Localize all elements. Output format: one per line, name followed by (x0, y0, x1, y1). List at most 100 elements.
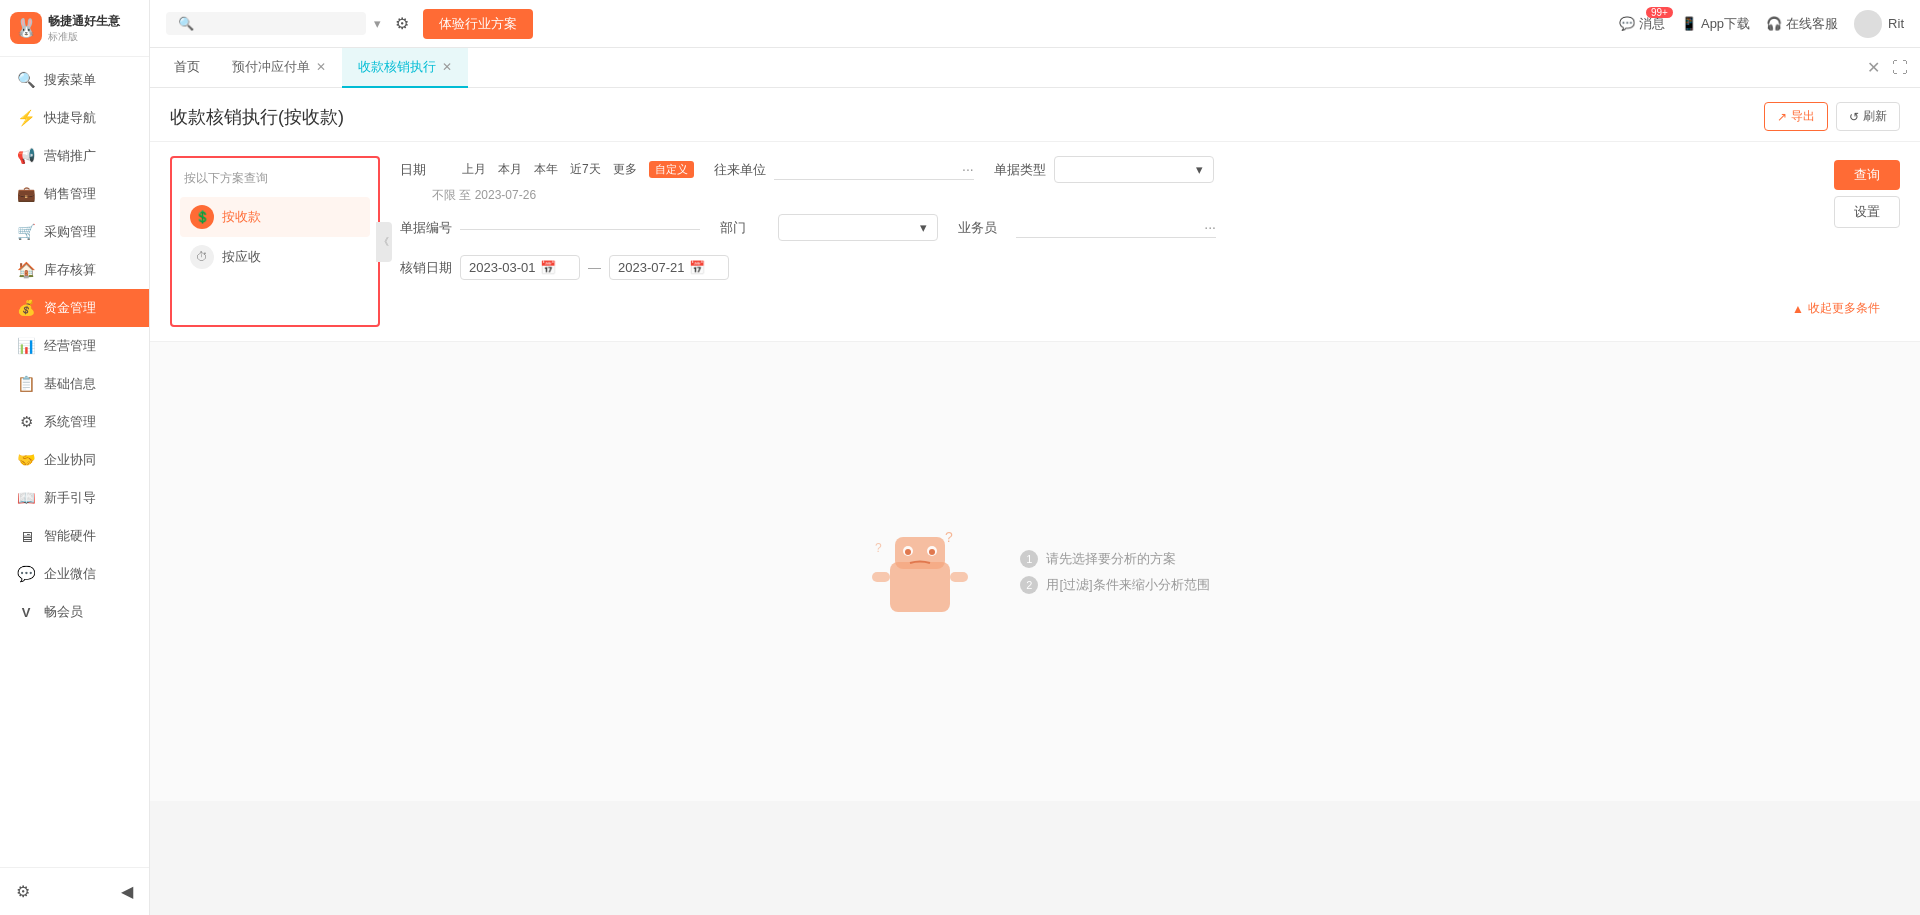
sidebar-item-wechat[interactable]: 💬 企业微信 (0, 555, 149, 593)
sidebar-item-collab[interactable]: 🤝 企业协同 (0, 441, 149, 479)
sidebar-settings-icon[interactable]: ⚙ (10, 878, 36, 905)
staff-group: 业务员 ··· (958, 217, 1216, 238)
date-shortcut-this-year[interactable]: 本年 (530, 159, 562, 180)
setting-button[interactable]: 设置 (1834, 196, 1900, 228)
sidebar-item-hardware[interactable]: 🖥 智能硬件 (0, 517, 149, 555)
sidebar-item-operations[interactable]: 📊 经营管理 (0, 327, 149, 365)
date-shortcut-7days[interactable]: 近7天 (566, 159, 605, 180)
wechat-icon: 💬 (16, 565, 36, 583)
staff-label: 业务员 (958, 219, 1008, 237)
filter-option-by-receipt[interactable]: 💲 按收款 (180, 197, 370, 237)
sidebar-item-purchase[interactable]: 🛒 采购管理 (0, 213, 149, 251)
query-button[interactable]: 查询 (1834, 160, 1900, 190)
svg-point-5 (929, 549, 935, 555)
tab-prepay-close[interactable]: ✕ (316, 60, 326, 74)
sidebar-item-quicknav[interactable]: ⚡ 快捷导航 (0, 99, 149, 137)
empty-tips: 1 请先选择要分析的方案 2 用[过滤]条件来缩小分析范围 (1020, 550, 1209, 594)
verify-end-calendar-icon[interactable]: 📅 (689, 260, 705, 275)
logo-text: 畅捷通好生意 标准版 (48, 13, 120, 44)
online-service-button[interactable]: 🎧 在线客服 (1766, 15, 1838, 33)
sidebar-item-search[interactable]: 🔍 搜索菜单 (0, 61, 149, 99)
date-shortcut-more[interactable]: 更多 (609, 159, 641, 180)
sales-icon: 💼 (16, 185, 36, 203)
refresh-button[interactable]: ↺ 刷新 (1836, 102, 1900, 131)
message-button[interactable]: 💬 消息 99+ (1619, 15, 1665, 33)
sidebar-item-guide[interactable]: 📖 新手引导 (0, 479, 149, 517)
verify-end-value: 2023-07-21 (618, 260, 685, 275)
collapse-conditions[interactable]: ▲ 收起更多条件 (400, 294, 1900, 327)
empty-illustration: ? ? (860, 517, 980, 627)
sidebar-item-system[interactable]: ⚙ 系统管理 (0, 403, 149, 441)
svg-text:?: ? (875, 541, 882, 555)
staff-dots-icon[interactable]: ··· (1204, 219, 1216, 235)
industry-solution-button[interactable]: 体验行业方案 (423, 9, 533, 39)
doctype-label: 单据类型 (994, 161, 1046, 179)
empty-tip-2: 2 用[过滤]条件来缩小分析范围 (1020, 576, 1209, 594)
app-download-button[interactable]: 📱 App下载 (1681, 15, 1750, 33)
sidebar-item-label: 经营管理 (44, 337, 96, 355)
docno-input[interactable] (460, 225, 700, 229)
dept-select[interactable]: ▾ (778, 214, 938, 241)
tab-home[interactable]: 首页 (158, 48, 216, 88)
page-content: 收款核销执行(按收款) ↗ 导出 ↺ 刷新 按以下方案查询 (150, 88, 1920, 915)
export-button[interactable]: ↗ 导出 (1764, 102, 1828, 131)
search-area[interactable]: 🔍 (166, 12, 366, 35)
refresh-icon: ↺ (1849, 110, 1859, 124)
sidebar-item-label: 营销推广 (44, 147, 96, 165)
empty-tip-1: 1 请先选择要分析的方案 (1020, 550, 1209, 568)
filter-option-by-receivable[interactable]: ⏱ 按应收 (180, 237, 370, 277)
verify-date-group: 核销日期 2023-03-01 📅 — 2023-07-21 📅 (400, 255, 729, 280)
sidebar-collapse-icon[interactable]: ◀ (115, 878, 139, 905)
dept-label: 部门 (720, 219, 770, 237)
docno-label: 单据编号 (400, 219, 452, 237)
verify-date-end-input[interactable]: 2023-07-21 📅 (609, 255, 729, 280)
app-name: 畅捷通好生意 (48, 13, 120, 30)
svg-rect-1 (895, 537, 945, 569)
sidebar-item-marketing[interactable]: 📢 营销推广 (0, 137, 149, 175)
tab-collection[interactable]: 收款核销执行 ✕ (342, 48, 468, 88)
verify-date-start-input[interactable]: 2023-03-01 📅 (460, 255, 580, 280)
user-area[interactable]: Rit (1854, 10, 1904, 38)
date-shortcut-group: 上月 本月 本年 近7天 更多 自定义 (458, 159, 694, 180)
sidebar-item-label: 企业协同 (44, 451, 96, 469)
sidebar-item-label: 销售管理 (44, 185, 96, 203)
export-label: 导出 (1791, 108, 1815, 125)
search-dropdown-icon[interactable]: ▾ (374, 16, 381, 31)
page-inner: 收款核销执行(按收款) ↗ 导出 ↺ 刷新 按以下方案查询 (150, 88, 1920, 801)
counterpart-dots-icon[interactable]: ··· (962, 161, 974, 177)
sidebar-item-basic[interactable]: 📋 基础信息 (0, 365, 149, 403)
verify-start-calendar-icon[interactable]: 📅 (540, 260, 556, 275)
sidebar-item-sales[interactable]: 💼 销售管理 (0, 175, 149, 213)
tabbar: 首页 预付冲应付单 ✕ 收款核销执行 ✕ ✕ ⛶ (150, 48, 1920, 88)
svg-rect-9 (950, 572, 968, 582)
collapse-up-icon: ▲ (1792, 302, 1804, 316)
date-custom-badge: 自定义 (649, 161, 694, 178)
tab-prepay[interactable]: 预付冲应付单 ✕ (216, 48, 342, 88)
sidebar-nav: 🔍 搜索菜单 ⚡ 快捷导航 📢 营销推广 💼 销售管理 🛒 采购管理 🏠 库存核… (0, 57, 149, 867)
filter-area: 按以下方案查询 💲 按收款 ⏱ 按应收 《 (150, 142, 1920, 341)
empty-state-container: ? ? 1 请先选择要分析的方案 (150, 341, 1920, 801)
date-shortcut-last-month[interactable]: 上月 (458, 159, 490, 180)
date-shortcut-this-month[interactable]: 本月 (494, 159, 526, 180)
filter-sidebar-collapse[interactable]: 《 (376, 222, 392, 262)
tab-home-label: 首页 (174, 58, 200, 76)
sidebar-item-inventory[interactable]: 🏠 库存核算 (0, 251, 149, 289)
topbar-left: 🔍 ▾ ⚙ 体验行业方案 (166, 9, 1607, 39)
doctype-select[interactable]: ▾ (1054, 156, 1214, 183)
tab-close-all-icon[interactable]: ✕ (1863, 54, 1884, 81)
sidebar-item-member[interactable]: V 畅会员 (0, 593, 149, 631)
user-avatar (1854, 10, 1882, 38)
sidebar-item-label: 系统管理 (44, 413, 96, 431)
logo-icon: 🐰 (10, 12, 42, 44)
svg-rect-0 (890, 562, 950, 612)
system-icon: ⚙ (16, 413, 36, 431)
topbar-gear-icon[interactable]: ⚙ (389, 10, 415, 37)
tip-num-2: 2 (1020, 576, 1038, 594)
sidebar-item-label: 新手引导 (44, 489, 96, 507)
sidebar-item-label: 快捷导航 (44, 109, 96, 127)
tab-expand-icon[interactable]: ⛶ (1888, 55, 1912, 81)
sidebar-item-finance[interactable]: 💰 资金管理 (0, 289, 149, 327)
svg-rect-8 (872, 572, 890, 582)
tab-collection-close[interactable]: ✕ (442, 60, 452, 74)
by-receivable-icon: ⏱ (190, 245, 214, 269)
